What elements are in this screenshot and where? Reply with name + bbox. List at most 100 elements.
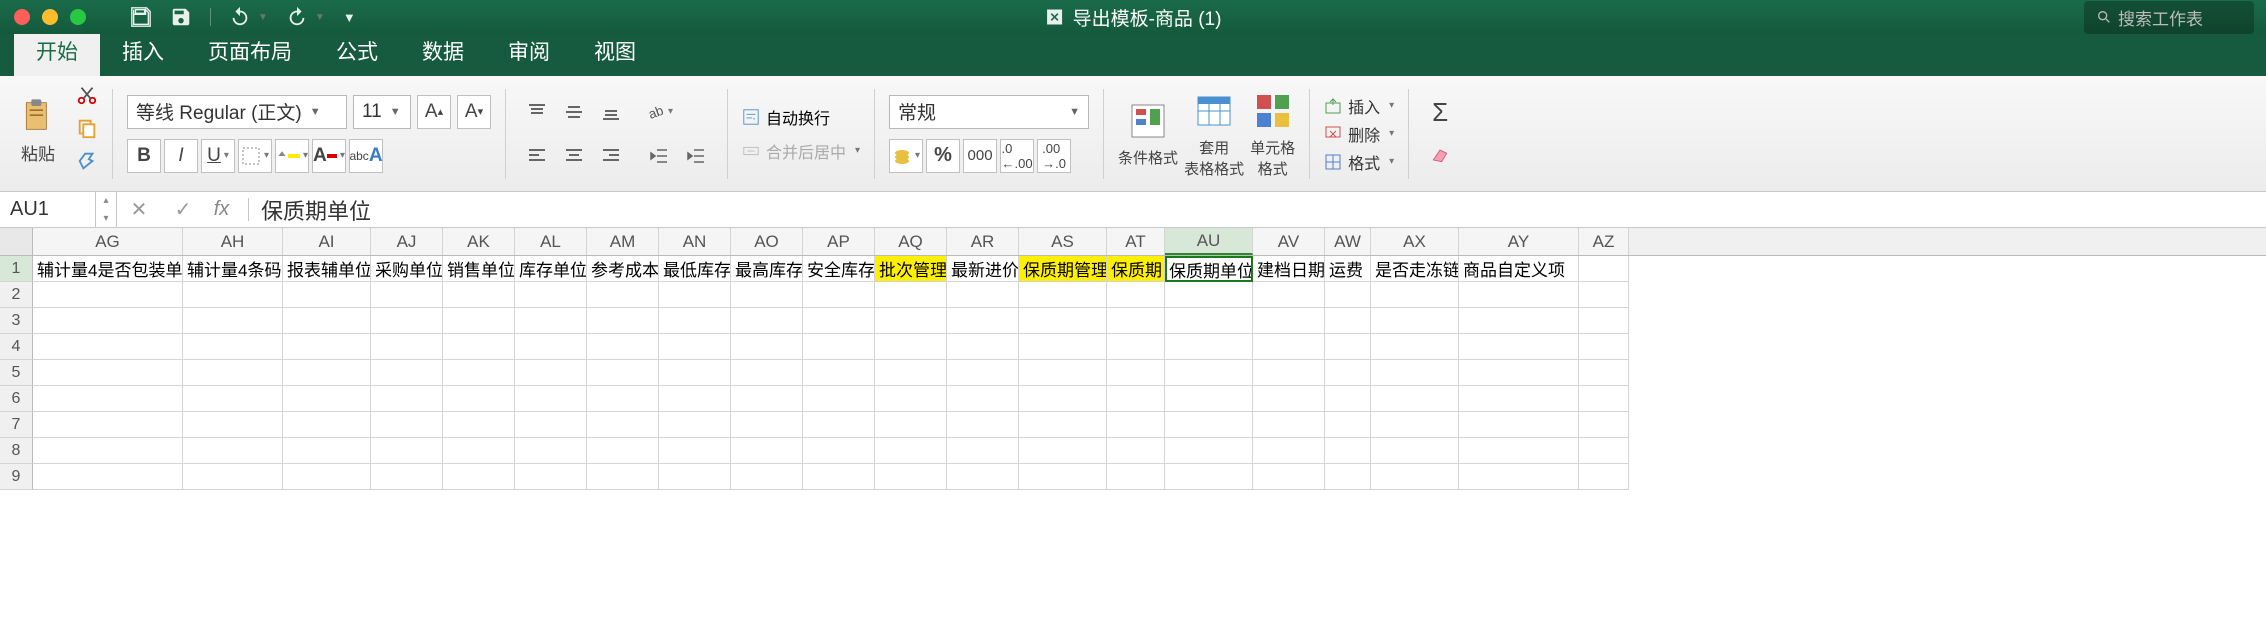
maximize-window[interactable] — [70, 9, 86, 25]
merge-center-button[interactable]: 合并后居中▾ — [742, 139, 860, 163]
cell-AO1[interactable]: 最高库存 — [731, 256, 803, 282]
cell-AS6[interactable] — [1019, 386, 1107, 412]
cell-AS9[interactable] — [1019, 464, 1107, 490]
cell-AL2[interactable] — [515, 282, 587, 308]
cell-AX8[interactable] — [1371, 438, 1459, 464]
redo-button[interactable]: ▼ — [286, 6, 325, 28]
cell-AU7[interactable] — [1165, 412, 1253, 438]
cell-AJ2[interactable] — [371, 282, 443, 308]
cell-AW3[interactable] — [1325, 308, 1371, 334]
column-header-AY[interactable]: AY — [1459, 228, 1579, 255]
cell-AZ4[interactable] — [1579, 334, 1629, 360]
cell-AN2[interactable] — [659, 282, 731, 308]
cell-AY4[interactable] — [1459, 334, 1579, 360]
cell-AJ1[interactable]: 采购单位 — [371, 256, 443, 282]
cell-AS3[interactable] — [1019, 308, 1107, 334]
cell-AO9[interactable] — [731, 464, 803, 490]
cell-AL1[interactable]: 库存单位 — [515, 256, 587, 282]
cell-AV8[interactable] — [1253, 438, 1325, 464]
cell-AM2[interactable] — [587, 282, 659, 308]
cell-AP9[interactable] — [803, 464, 875, 490]
cell-AW7[interactable] — [1325, 412, 1371, 438]
cell-AG7[interactable] — [33, 412, 183, 438]
cell-AS4[interactable] — [1019, 334, 1107, 360]
format-cells-button[interactable]: 格式▾ — [1324, 150, 1394, 174]
cut-button[interactable] — [76, 84, 98, 111]
cell-AI7[interactable] — [283, 412, 371, 438]
cell-AR4[interactable] — [947, 334, 1019, 360]
cell-AK3[interactable] — [443, 308, 515, 334]
cell-AT9[interactable] — [1107, 464, 1165, 490]
cell-AV1[interactable]: 建档日期 — [1253, 256, 1325, 282]
conditional-format-button[interactable]: 条件格式 — [1118, 99, 1178, 168]
cell-AY5[interactable] — [1459, 360, 1579, 386]
cell-AG9[interactable] — [33, 464, 183, 490]
cell-AS5[interactable] — [1019, 360, 1107, 386]
cell-AH6[interactable] — [183, 386, 283, 412]
column-header-AI[interactable]: AI — [283, 228, 371, 255]
column-header-AQ[interactable]: AQ — [875, 228, 947, 255]
cell-AS2[interactable] — [1019, 282, 1107, 308]
cell-AL3[interactable] — [515, 308, 587, 334]
cell-AY2[interactable] — [1459, 282, 1579, 308]
cell-AT3[interactable] — [1107, 308, 1165, 334]
cell-AL7[interactable] — [515, 412, 587, 438]
bold-button[interactable]: B — [127, 139, 161, 173]
fill-color-button[interactable]: ▾ — [275, 139, 309, 173]
row-header-9[interactable]: 9 — [0, 464, 33, 490]
cell-AI6[interactable] — [283, 386, 371, 412]
cell-AN7[interactable] — [659, 412, 731, 438]
underline-button[interactable]: U▾ — [201, 139, 235, 173]
cell-AV7[interactable] — [1253, 412, 1325, 438]
column-header-AX[interactable]: AX — [1371, 228, 1459, 255]
cell-AP8[interactable] — [803, 438, 875, 464]
cell-AW9[interactable] — [1325, 464, 1371, 490]
cell-AO2[interactable] — [731, 282, 803, 308]
align-right[interactable] — [594, 139, 628, 173]
cell-AL4[interactable] — [515, 334, 587, 360]
orientation-button[interactable]: ab▾ — [642, 95, 676, 129]
cancel-formula[interactable]: ✕ — [117, 197, 161, 222]
cell-AP3[interactable] — [803, 308, 875, 334]
spreadsheet-grid[interactable]: 1辅计量4是否包装单位辅计量4条码报表辅单位采购单位销售单位库存单位参考成本最低… — [0, 256, 2266, 490]
cell-AK5[interactable] — [443, 360, 515, 386]
namebox-stepper[interactable]: ▴▾ — [96, 192, 117, 228]
cell-AJ3[interactable] — [371, 308, 443, 334]
cell-AL9[interactable] — [515, 464, 587, 490]
cell-AQ6[interactable] — [875, 386, 947, 412]
column-header-AL[interactable]: AL — [515, 228, 587, 255]
cell-AH5[interactable] — [183, 360, 283, 386]
close-window[interactable] — [14, 9, 30, 25]
comma-button[interactable]: 000 — [963, 139, 997, 173]
cell-AX6[interactable] — [1371, 386, 1459, 412]
cell-AJ8[interactable] — [371, 438, 443, 464]
cell-AR8[interactable] — [947, 438, 1019, 464]
column-header-AK[interactable]: AK — [443, 228, 515, 255]
cell-AT7[interactable] — [1107, 412, 1165, 438]
cell-AZ5[interactable] — [1579, 360, 1629, 386]
column-header-AG[interactable]: AG — [33, 228, 183, 255]
cell-AQ2[interactable] — [875, 282, 947, 308]
cell-AN3[interactable] — [659, 308, 731, 334]
cell-AQ4[interactable] — [875, 334, 947, 360]
cell-AG6[interactable] — [33, 386, 183, 412]
font-size-combo[interactable]: 11▼ — [353, 95, 411, 129]
cell-AT8[interactable] — [1107, 438, 1165, 464]
cell-AG8[interactable] — [33, 438, 183, 464]
column-header-AJ[interactable]: AJ — [371, 228, 443, 255]
cell-AK8[interactable] — [443, 438, 515, 464]
cell-AM5[interactable] — [587, 360, 659, 386]
cell-AN1[interactable]: 最低库存 — [659, 256, 731, 282]
cell-AN9[interactable] — [659, 464, 731, 490]
cell-AN8[interactable] — [659, 438, 731, 464]
cell-AK2[interactable] — [443, 282, 515, 308]
cell-AP7[interactable] — [803, 412, 875, 438]
column-header-AM[interactable]: AM — [587, 228, 659, 255]
cell-AJ6[interactable] — [371, 386, 443, 412]
cell-AI4[interactable] — [283, 334, 371, 360]
cell-AI2[interactable] — [283, 282, 371, 308]
cell-AG5[interactable] — [33, 360, 183, 386]
cell-AN6[interactable] — [659, 386, 731, 412]
cell-AK9[interactable] — [443, 464, 515, 490]
cell-AO6[interactable] — [731, 386, 803, 412]
